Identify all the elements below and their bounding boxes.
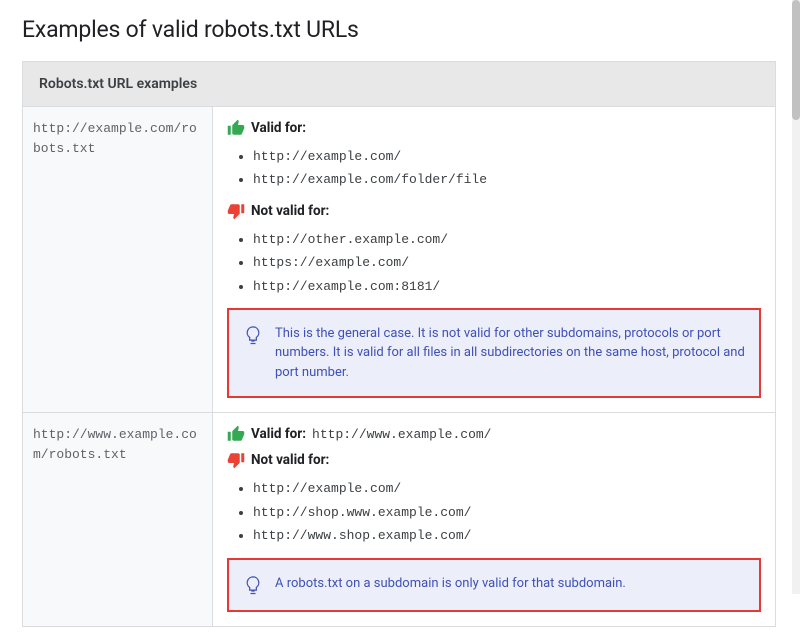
table-header: Robots.txt URL examples [22, 61, 776, 107]
thumbs-down-icon [227, 202, 245, 220]
not-valid-label: Not valid for: [251, 203, 329, 219]
table-row: http://www.example.com/robots.txt Valid … [22, 413, 776, 626]
info-note: A robots.txt on a subdomain is only vali… [227, 558, 761, 612]
list-item: http://other.example.com/ [253, 228, 761, 251]
lightbulb-icon [243, 326, 263, 346]
not-valid-label: Not valid for: [251, 452, 329, 468]
not-valid-for-line: Not valid for: [227, 451, 761, 469]
not-valid-for-line: Not valid for: [227, 202, 761, 220]
thumbs-down-icon [227, 451, 245, 469]
valid-for-line: Valid for: [227, 119, 761, 137]
note-text: This is the general case. It is not vali… [275, 324, 745, 383]
list-item: https://example.com/ [253, 251, 761, 274]
note-text: A robots.txt on a subdomain is only vali… [275, 574, 626, 594]
list-item: http://shop.www.example.com/ [253, 501, 761, 524]
valid-label: Valid for: [251, 426, 306, 442]
list-item: http://example.com/ [253, 145, 761, 168]
page-title: Examples of valid robots.txt URLs [22, 16, 776, 43]
url-cell: http://example.com/robots.txt [23, 107, 213, 412]
valid-list: http://example.com/ http://example.com/f… [227, 145, 761, 192]
list-item: http://www.shop.example.com/ [253, 524, 761, 547]
valid-inline: http://www.example.com/ [312, 427, 491, 442]
table-row: http://example.com/robots.txt Valid for:… [22, 107, 776, 413]
thumbs-up-icon [227, 119, 245, 137]
scrollbar[interactable] [792, 0, 800, 594]
not-valid-list: http://other.example.com/ https://exampl… [227, 228, 761, 298]
lightbulb-icon [243, 576, 263, 596]
scrollbar-thumb[interactable] [792, 0, 800, 120]
list-item: http://example.com/ [253, 477, 761, 500]
list-item: http://example.com/folder/file [253, 168, 761, 191]
list-item: http://example.com:8181/ [253, 275, 761, 298]
thumbs-up-icon [227, 425, 245, 443]
valid-for-line: Valid for: http://www.example.com/ [227, 425, 761, 443]
not-valid-list: http://example.com/ http://shop.www.exam… [227, 477, 761, 547]
info-note: This is the general case. It is not vali… [227, 308, 761, 399]
valid-label: Valid for: [251, 120, 306, 136]
content-cell: Valid for: http://example.com/ http://ex… [213, 107, 775, 412]
